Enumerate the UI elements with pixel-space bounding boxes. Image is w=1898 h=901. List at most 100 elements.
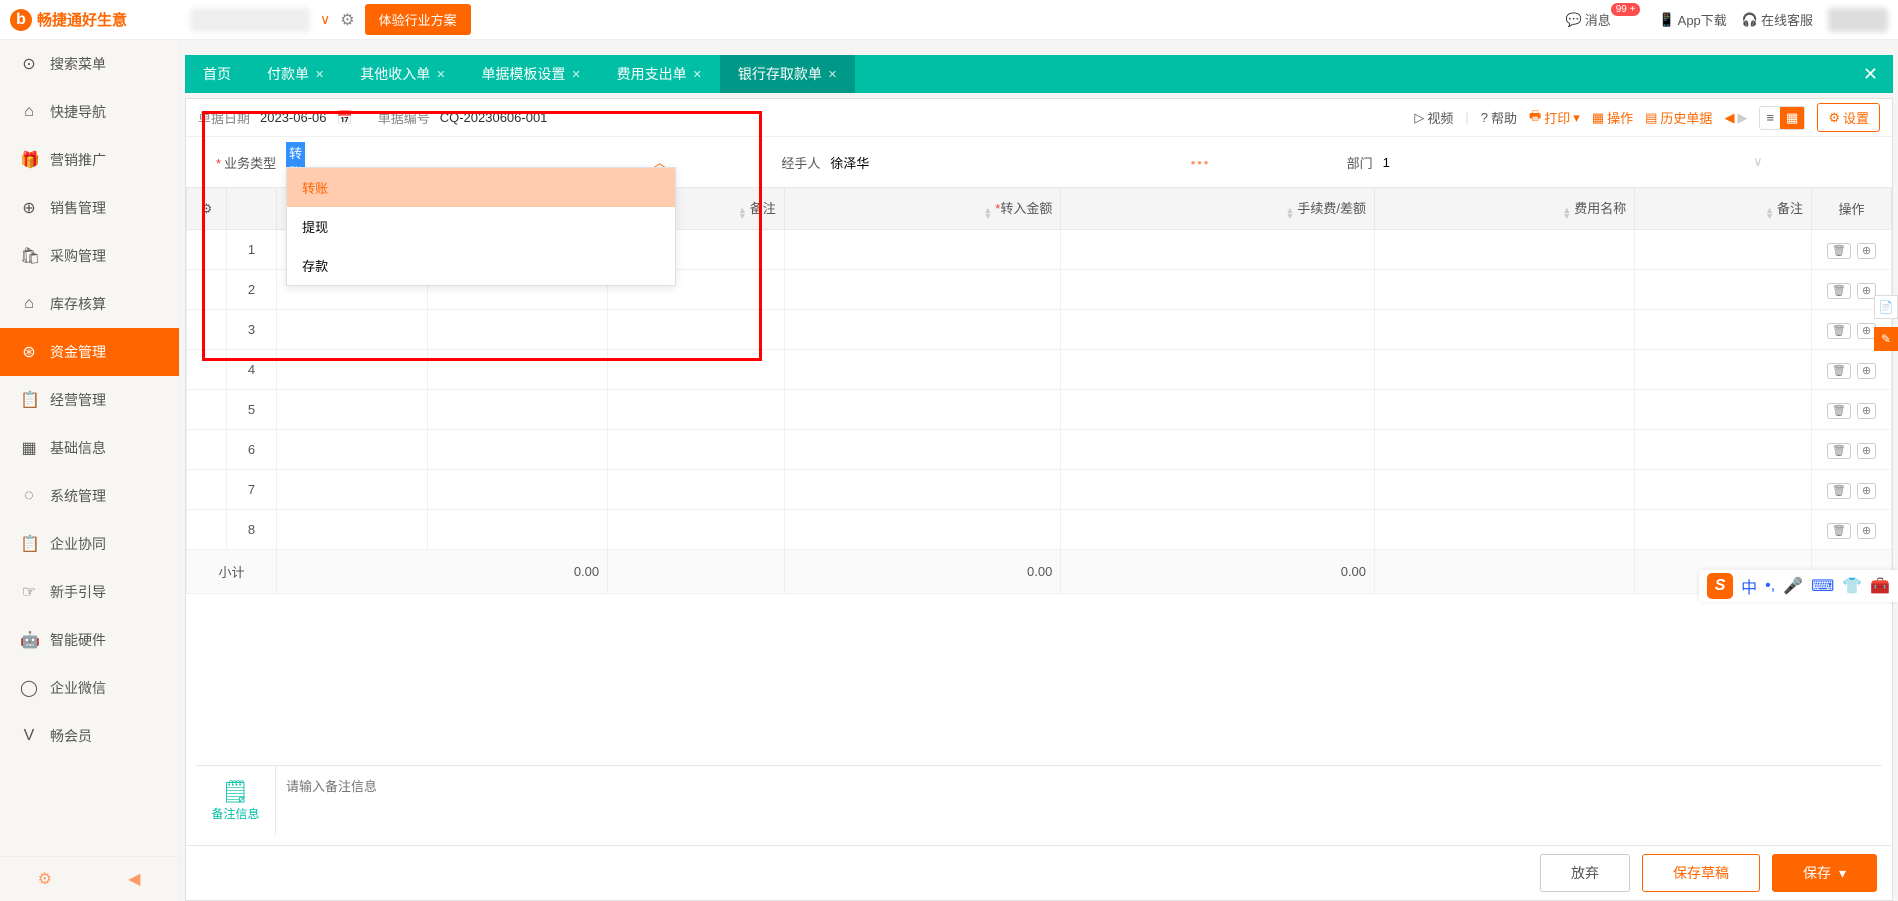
sidebar-item-3[interactable]: ⊕销售管理	[0, 184, 179, 232]
sidebar-item-5[interactable]: ⌂库存核算	[0, 280, 179, 328]
dropdown-option-withdraw[interactable]: 提现	[287, 207, 675, 246]
th-fee[interactable]: ▲▼手续费/差额	[1061, 188, 1375, 230]
ime-lang[interactable]: 中	[1741, 574, 1757, 598]
messages-link[interactable]: 💬 消息 99 +	[1566, 10, 1644, 29]
biz-type-field: *业务类型 转账 ︿ 转账 提现 存款	[216, 142, 731, 183]
sidebar-item-4[interactable]: 🛍采购管理	[0, 232, 179, 280]
sidebar-icon: V	[20, 727, 38, 745]
delete-row-icon[interactable]: 🗑	[1827, 243, 1851, 259]
sidebar-item-12[interactable]: 🤖智能硬件	[0, 616, 179, 664]
sidebar-item-8[interactable]: ▦基础信息	[0, 424, 179, 472]
view-grid-icon[interactable]: ▦	[1780, 107, 1804, 129]
calendar-icon[interactable]: 📅	[337, 110, 353, 126]
biz-type-input-wrap[interactable]: 转账 ︿ 转账 提现 存款	[286, 142, 666, 183]
tab-0[interactable]: 首页	[185, 55, 249, 93]
delete-row-icon[interactable]: 🗑	[1827, 443, 1851, 459]
prev-arrow-icon[interactable]: ◀	[1724, 110, 1734, 126]
chevron-down-icon[interactable]: ∨	[1753, 154, 1763, 170]
table-row[interactable]: 4🗑⊕	[187, 350, 1892, 390]
table-row[interactable]: 8🗑⊕	[187, 510, 1892, 550]
sidebar-item-7[interactable]: 📋经营管理	[0, 376, 179, 424]
th-remarks2[interactable]: ▲▼备注	[1635, 188, 1812, 230]
sidebar-item-1[interactable]: ⌂快捷导航	[0, 88, 179, 136]
delete-row-icon[interactable]: 🗑	[1827, 523, 1851, 539]
add-row-icon[interactable]: ⊕	[1857, 363, 1876, 379]
next-arrow-icon[interactable]: ▶	[1737, 110, 1747, 126]
float-edit-icon[interactable]: ✎	[1874, 327, 1898, 351]
ime-mic-icon[interactable]: 🎤	[1783, 576, 1803, 596]
org-dropdown-icon[interactable]: ∨	[320, 11, 330, 28]
view-list-icon[interactable]: ≡	[1760, 107, 1780, 129]
delete-row-icon[interactable]: 🗑	[1827, 363, 1851, 379]
dropdown-option-transfer[interactable]: 转账	[287, 168, 675, 207]
delete-row-icon[interactable]: 🗑	[1827, 403, 1851, 419]
date-value[interactable]: 2023-06-06	[260, 110, 327, 125]
tab-close-icon[interactable]: ✕	[436, 68, 445, 81]
tab-3[interactable]: 单据模板设置✕	[463, 55, 598, 93]
sidebar-item-10[interactable]: 📋企业协同	[0, 520, 179, 568]
tab-close-icon[interactable]: ✕	[693, 68, 702, 81]
tab-1[interactable]: 付款单✕	[249, 55, 342, 93]
add-row-icon[interactable]: ⊕	[1857, 443, 1876, 459]
float-doc-icon[interactable]: 📄	[1874, 295, 1898, 319]
sidebar-item-9[interactable]: ◌系统管理	[0, 472, 179, 520]
operate-link[interactable]: ▦操作	[1592, 108, 1633, 127]
add-row-icon[interactable]: ⊕	[1857, 483, 1876, 499]
add-row-icon[interactable]: ⊕	[1857, 403, 1876, 419]
table-row[interactable]: 6🗑⊕	[187, 430, 1892, 470]
message-icon: 💬	[1566, 12, 1582, 28]
sidebar-item-0[interactable]: ⊙搜索菜单	[0, 40, 179, 88]
sidebar-item-13[interactable]: ◯企业微信	[0, 664, 179, 712]
add-row-icon[interactable]: ⊕	[1857, 243, 1876, 259]
sidebar-collapse-icon[interactable]: ◀	[90, 857, 180, 901]
handler-input-wrap[interactable]: 徐泽华 •••	[830, 149, 1210, 176]
sidebar-item-11[interactable]: ☞新手引导	[0, 568, 179, 616]
user-avatar-blurred[interactable]	[1828, 8, 1888, 32]
save-draft-button[interactable]: 保存草稿	[1642, 854, 1760, 892]
th-in-amount[interactable]: ▲▼*转入金额	[784, 188, 1061, 230]
ime-skin-icon[interactable]: 👕	[1842, 576, 1862, 596]
sidebar-item-2[interactable]: 🎁营销推广	[0, 136, 179, 184]
tab-2[interactable]: 其他收入单✕	[342, 55, 463, 93]
tab-close-icon[interactable]: ✕	[828, 68, 837, 81]
settings-button[interactable]: ⚙设置	[1817, 103, 1880, 132]
print-link[interactable]: 🖶打印▾	[1529, 107, 1580, 129]
table-row[interactable]: 5🗑⊕	[187, 390, 1892, 430]
sidebar-item-6[interactable]: ⊛资金管理	[0, 328, 179, 376]
save-button[interactable]: 保存▾	[1772, 854, 1877, 892]
delete-row-icon[interactable]: 🗑	[1827, 283, 1851, 299]
add-row-icon[interactable]: ⊕	[1857, 523, 1876, 539]
ime-logo-icon[interactable]: S	[1707, 573, 1733, 599]
tab-close-icon[interactable]: ✕	[315, 68, 324, 81]
online-service-link[interactable]: 🎧 在线客服	[1742, 10, 1813, 29]
tab-5[interactable]: 银行存取款单✕	[720, 55, 855, 93]
video-link[interactable]: ▷视频	[1414, 108, 1453, 127]
settings-gear-icon[interactable]: ⚙	[340, 10, 354, 30]
ime-keyboard-icon[interactable]: ⌨	[1811, 576, 1834, 596]
tab-4[interactable]: 费用支出单✕	[599, 55, 720, 93]
history-link[interactable]: ▤历史单据	[1645, 108, 1712, 127]
ime-punct-icon[interactable]: •,	[1765, 577, 1775, 595]
close-all-tabs-icon[interactable]: ✕	[1848, 64, 1893, 85]
sidebar-label: 智能硬件	[50, 630, 106, 650]
dropdown-option-deposit[interactable]: 存款	[287, 246, 675, 285]
help-link[interactable]: ?帮助	[1481, 108, 1517, 127]
more-dots-icon[interactable]: •••	[1191, 155, 1211, 170]
dept-input-wrap[interactable]: 1 ∨	[1383, 151, 1763, 174]
ime-tool-icon[interactable]: 🧰	[1870, 576, 1890, 596]
delete-row-icon[interactable]: 🗑	[1827, 483, 1851, 499]
sidebar-item-14[interactable]: V畅会员	[0, 712, 179, 760]
tab-close-icon[interactable]: ✕	[571, 68, 580, 81]
sidebar-settings-icon[interactable]: ⚙	[0, 857, 90, 901]
remarks-input[interactable]	[276, 766, 1882, 835]
app-download-link[interactable]: 📱 App下载	[1658, 10, 1726, 29]
delete-row-icon[interactable]: 🗑	[1827, 323, 1851, 339]
trial-button[interactable]: 体验行业方案	[365, 4, 471, 35]
discard-button[interactable]: 放弃	[1540, 854, 1630, 892]
th-gear[interactable]: ⚙	[187, 188, 227, 230]
dept-value[interactable]: 1	[1383, 151, 1753, 174]
handler-value[interactable]: 徐泽华	[830, 149, 1190, 176]
th-fee-name[interactable]: ▲▼费用名称	[1375, 188, 1635, 230]
table-row[interactable]: 7🗑⊕	[187, 470, 1892, 510]
table-row[interactable]: 3🗑⊕	[187, 310, 1892, 350]
